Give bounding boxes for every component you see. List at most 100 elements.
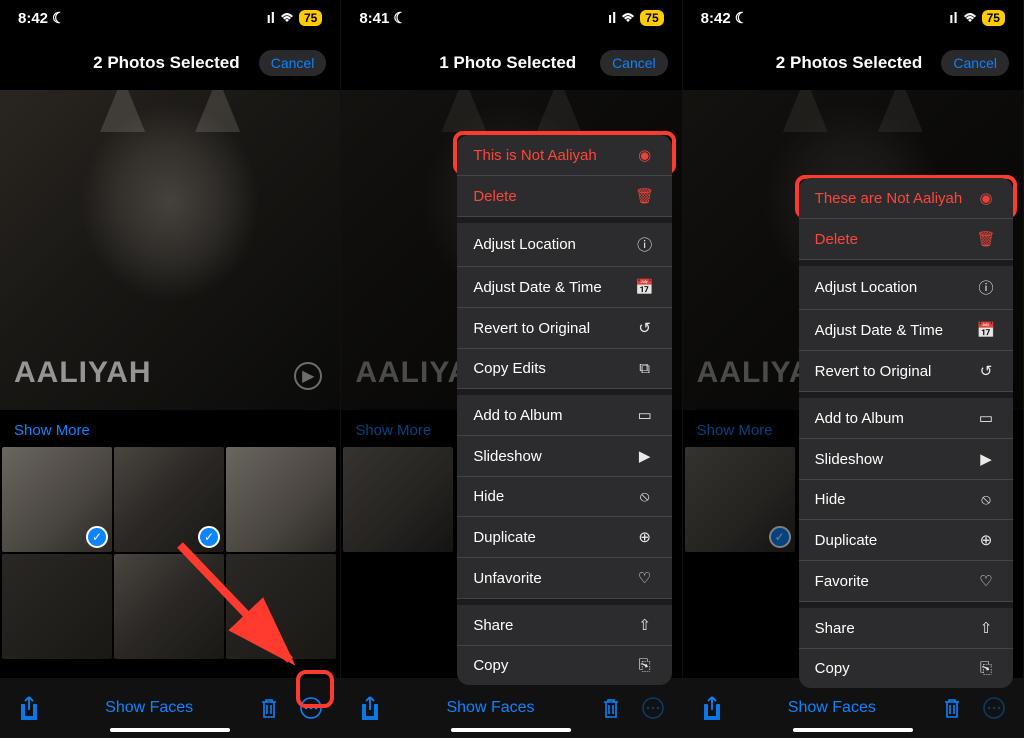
- home-indicator[interactable]: [793, 728, 913, 732]
- play-icon[interactable]: ▶: [294, 362, 322, 390]
- trash-icon[interactable]: [256, 695, 282, 721]
- wifi-icon: [279, 12, 295, 24]
- heart-slash-icon: ♡: [634, 569, 656, 587]
- menu-copy[interactable]: Copy⎘: [799, 649, 1013, 688]
- menu-copy[interactable]: Copy⎘: [457, 646, 671, 685]
- info-icon: ⓘ: [634, 234, 656, 255]
- eye-slash-icon: ⦸: [634, 488, 656, 505]
- moon-icon: ☾: [52, 9, 65, 27]
- screenshot-panel-3: 8:42 ☾ ıl 75 2 Photos Selected Cancel AA…: [683, 0, 1024, 738]
- menu-delete[interactable]: Delete🗑: [457, 176, 671, 217]
- battery-level: 75: [640, 10, 663, 26]
- show-faces-button[interactable]: Show Faces: [105, 699, 193, 717]
- photo-thumb: [343, 447, 453, 552]
- trash-icon: 🗑: [975, 230, 997, 248]
- wifi-icon: [620, 12, 636, 24]
- info-icon: ⓘ: [975, 277, 997, 298]
- hero-photo[interactable]: AALIYAH ▶: [0, 90, 340, 410]
- menu-revert[interactable]: Revert to Original↺: [799, 351, 1013, 392]
- menu-adjust-location[interactable]: Adjust Locationⓘ: [457, 223, 671, 267]
- cellular-icon: ıl: [267, 10, 275, 27]
- person-slash-icon: ◉: [634, 146, 656, 164]
- status-time: 8:42: [18, 10, 48, 27]
- more-icon[interactable]: [640, 695, 666, 721]
- copy-icon: ⎘: [975, 660, 997, 677]
- nav-header: 2 Photos Selected Cancel: [683, 36, 1023, 90]
- trash-icon: 🗑: [634, 187, 656, 205]
- eye-slash-icon: ⦸: [975, 491, 997, 508]
- menu-share[interactable]: Share⇧: [457, 605, 671, 646]
- photo-thumb: ✓: [685, 447, 795, 552]
- show-faces-button[interactable]: Show Faces: [788, 699, 876, 717]
- status-time: 8:41: [359, 10, 389, 27]
- calendar-icon: 📅: [975, 321, 997, 339]
- menu-adjust-date[interactable]: Adjust Date & Time📅: [799, 310, 1013, 351]
- menu-delete[interactable]: Delete🗑: [799, 219, 1013, 260]
- moon-icon: ☾: [735, 9, 748, 27]
- menu-not-person[interactable]: These are Not Aaliyah◉: [799, 178, 1013, 219]
- cancel-button[interactable]: Cancel: [259, 50, 327, 76]
- moon-icon: ☾: [393, 9, 406, 27]
- menu-duplicate[interactable]: Duplicate⊕: [457, 517, 671, 558]
- bottom-toolbar: Show Faces: [0, 678, 340, 738]
- menu-hide[interactable]: Hide⦸: [799, 480, 1013, 520]
- cancel-button[interactable]: Cancel: [941, 50, 1009, 76]
- share-icon[interactable]: [16, 695, 42, 721]
- menu-share[interactable]: Share⇧: [799, 608, 1013, 649]
- album-icon: ▭: [634, 406, 656, 424]
- menu-add-album[interactable]: Add to Album▭: [799, 398, 1013, 439]
- menu-hide[interactable]: Hide⦸: [457, 477, 671, 517]
- menu-adjust-location[interactable]: Adjust Locationⓘ: [799, 266, 1013, 310]
- album-icon: ▭: [975, 409, 997, 427]
- nav-title: 1 Photo Selected: [415, 53, 600, 73]
- menu-duplicate[interactable]: Duplicate⊕: [799, 520, 1013, 561]
- play-rect-icon: ▶: [634, 447, 656, 465]
- status-bar: 8:42 ☾ ıl 75: [0, 0, 340, 36]
- selected-check-icon: ✓: [769, 526, 791, 548]
- annotation-arrow: [160, 530, 310, 680]
- duplicate-icon: ⊕: [634, 528, 656, 546]
- nav-title: 2 Photos Selected: [757, 53, 942, 73]
- more-icon[interactable]: [981, 695, 1007, 721]
- screenshot-panel-2: 8:41 ☾ ıl 75 1 Photo Selected Cancel AAL…: [341, 0, 682, 738]
- share-icon[interactable]: [699, 695, 725, 721]
- status-bar: 8:41 ☾ ıl 75: [341, 0, 681, 36]
- menu-favorite[interactable]: Favorite♡: [799, 561, 1013, 602]
- copy-edits-icon: ⧉: [634, 360, 656, 377]
- share-icon: ⇧: [634, 616, 656, 634]
- person-slash-icon: ◉: [975, 189, 997, 207]
- cancel-button[interactable]: Cancel: [600, 50, 668, 76]
- menu-not-person[interactable]: This is Not Aaliyah◉: [457, 135, 671, 176]
- photo-thumb[interactable]: [2, 554, 112, 659]
- nav-title: 2 Photos Selected: [74, 53, 259, 73]
- menu-unfavorite[interactable]: Unfavorite♡: [457, 558, 671, 599]
- menu-add-album[interactable]: Add to Album▭: [457, 395, 671, 436]
- menu-copy-edits[interactable]: Copy Edits⧉: [457, 349, 671, 389]
- menu-adjust-date[interactable]: Adjust Date & Time📅: [457, 267, 671, 308]
- trash-icon[interactable]: [598, 695, 624, 721]
- actions-menu: These are Not Aaliyah◉ Delete🗑 Adjust Lo…: [799, 178, 1013, 688]
- cellular-icon: ıl: [608, 10, 616, 27]
- revert-icon: ↺: [634, 319, 656, 337]
- bottom-toolbar: Show Faces: [341, 678, 681, 738]
- screenshot-panel-1: 8:42 ☾ ıl 75 2 Photos Selected Cancel AA…: [0, 0, 341, 738]
- selected-check-icon: ✓: [86, 526, 108, 548]
- battery-level: 75: [982, 10, 1005, 26]
- nav-header: 2 Photos Selected Cancel: [0, 36, 340, 90]
- home-indicator[interactable]: [110, 728, 230, 732]
- show-faces-button[interactable]: Show Faces: [446, 699, 534, 717]
- battery-level: 75: [299, 10, 322, 26]
- photo-thumb[interactable]: ✓: [2, 447, 112, 552]
- menu-slideshow[interactable]: Slideshow▶: [457, 436, 671, 477]
- share-icon[interactable]: [357, 695, 383, 721]
- person-name: AALIYAH: [14, 356, 152, 390]
- cellular-icon: ıl: [949, 10, 957, 27]
- duplicate-icon: ⊕: [975, 531, 997, 549]
- trash-icon[interactable]: [939, 695, 965, 721]
- actions-menu: This is Not Aaliyah◉ Delete🗑 Adjust Loca…: [457, 135, 671, 685]
- menu-slideshow[interactable]: Slideshow▶: [799, 439, 1013, 480]
- menu-revert[interactable]: Revert to Original↺: [457, 308, 671, 349]
- show-more-link[interactable]: Show More: [0, 410, 340, 447]
- heart-icon: ♡: [975, 572, 997, 590]
- home-indicator[interactable]: [451, 728, 571, 732]
